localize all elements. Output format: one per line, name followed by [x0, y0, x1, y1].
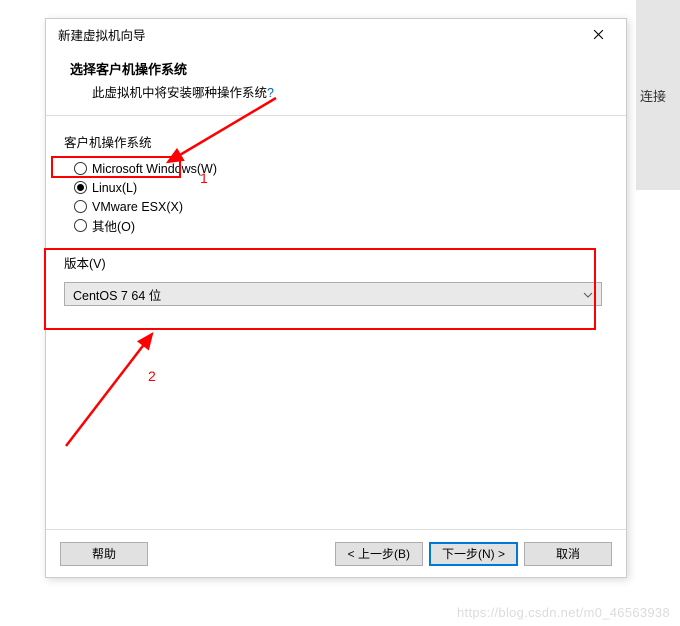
titlebar: 新建虚拟机向导 — [46, 19, 626, 49]
version-section: 版本(V) CentOS 7 64 位 — [64, 253, 608, 306]
background-panel: 连接 — [636, 0, 680, 190]
close-icon — [593, 29, 604, 40]
version-dropdown[interactable]: CentOS 7 64 位 — [64, 282, 602, 306]
os-group-label: 客户机操作系统 — [64, 132, 608, 151]
dropdown-value: CentOS 7 64 位 — [73, 285, 161, 304]
header-subtitle: 此虚拟机中将安装哪种操作系统? — [70, 82, 602, 101]
radio-label: Linux(L) — [92, 181, 137, 195]
radio-icon — [74, 162, 87, 175]
radio-label: VMware ESX(X) — [92, 200, 183, 214]
radio-label: Microsoft Windows(W) — [92, 162, 217, 176]
footer-buttons: 帮助 < 上一步(B) 下一步(N) > 取消 — [46, 529, 626, 577]
header-title: 选择客户机操作系统 — [70, 59, 602, 78]
back-button[interactable]: < 上一步(B) — [335, 542, 423, 566]
annotation-label-2: 2 — [148, 368, 156, 384]
radio-icon — [74, 219, 87, 232]
background-label: 连接 — [640, 86, 666, 105]
annotation-arrow-2 — [54, 324, 164, 454]
content-area: 客户机操作系统 Microsoft Windows(W) Linux(L) VM… — [46, 116, 626, 306]
header-sub-text: 此虚拟机中将安装哪种操作系统 — [92, 86, 267, 100]
os-radio-group: Microsoft Windows(W) Linux(L) VMware ESX… — [64, 159, 608, 235]
radio-other[interactable]: 其他(O) — [74, 216, 608, 235]
header-question-mark: ? — [267, 86, 274, 100]
help-button[interactable]: 帮助 — [60, 542, 148, 566]
cancel-button[interactable]: 取消 — [524, 542, 612, 566]
dialog-title: 新建虚拟机向导 — [58, 25, 146, 44]
radio-vmware-esx[interactable]: VMware ESX(X) — [74, 197, 608, 216]
watermark: https://blog.csdn.net/m0_46563938 — [457, 605, 670, 620]
radio-icon — [74, 200, 87, 213]
chevron-down-icon — [583, 287, 593, 301]
radio-icon — [74, 181, 87, 194]
close-button[interactable] — [578, 21, 618, 47]
radio-linux[interactable]: Linux(L) — [74, 178, 608, 197]
header-section: 选择客户机操作系统 此虚拟机中将安装哪种操作系统? — [46, 49, 626, 115]
radio-windows[interactable]: Microsoft Windows(W) — [74, 159, 608, 178]
wizard-dialog: 新建虚拟机向导 选择客户机操作系统 此虚拟机中将安装哪种操作系统? 客户机操作系… — [45, 18, 627, 578]
version-label: 版本(V) — [64, 253, 608, 272]
next-button[interactable]: 下一步(N) > — [429, 542, 518, 566]
radio-label: 其他(O) — [92, 216, 135, 235]
